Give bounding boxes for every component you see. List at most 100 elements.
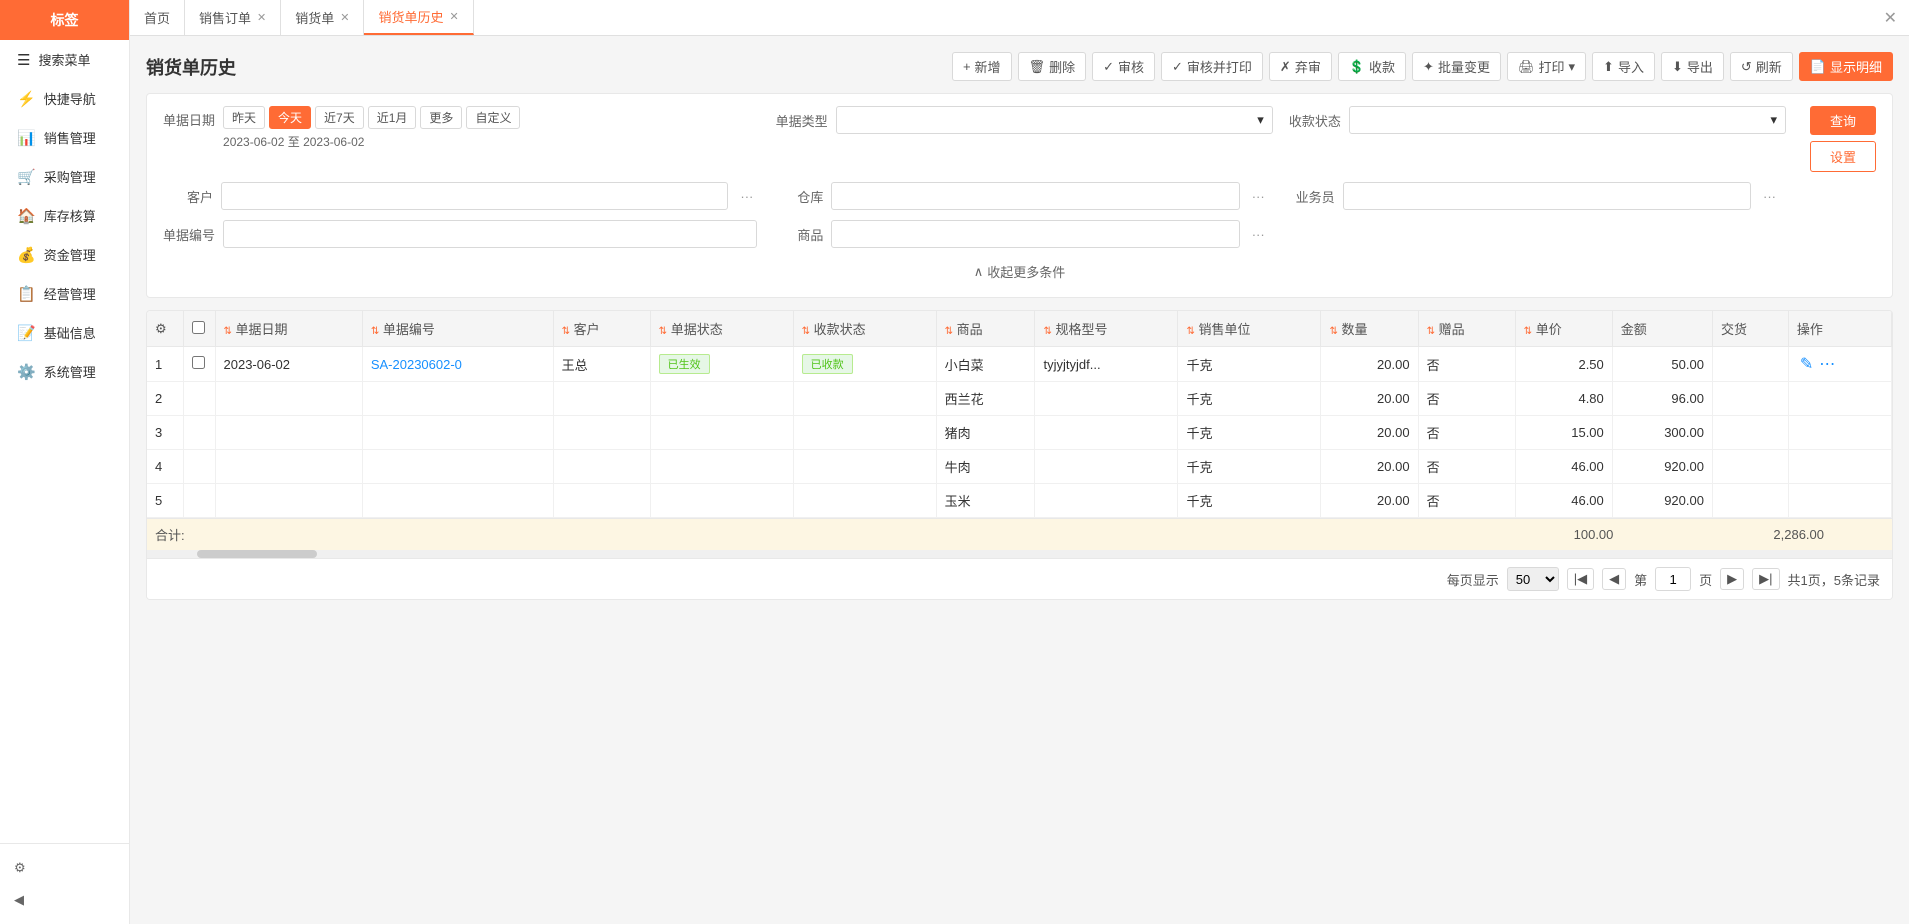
col-doc-status[interactable]: ⇅ 单据状态: [650, 311, 793, 347]
business-input[interactable]: [1343, 182, 1751, 210]
col-unit[interactable]: ⇅ 销售单位: [1178, 311, 1321, 347]
doc-no-input[interactable]: [223, 220, 757, 248]
quick-nav-icon: ⚡: [17, 90, 36, 108]
sidebar-item-ops-mgmt[interactable]: 📋 经营管理: [0, 274, 129, 313]
page-size-select[interactable]: 50 100 200: [1507, 567, 1559, 591]
table-row: 1 2023-06-02 SA-20230602-0 王总 已生效 已收款 小白…: [147, 347, 1892, 382]
sidebar-item-base-info[interactable]: 📝 基础信息: [0, 313, 129, 352]
cell-doc-no: [362, 382, 553, 416]
new-button[interactable]: + 新增: [952, 52, 1012, 81]
col-spec[interactable]: ⇅ 规格型号: [1035, 311, 1178, 347]
tab-sales-goods[interactable]: 销货单 ✕: [281, 0, 364, 35]
tab-sales-history-close[interactable]: ✕: [450, 10, 459, 23]
tab-sales-history[interactable]: 销货单历史 ✕: [364, 0, 473, 35]
sidebar-item-sales-mgmt[interactable]: 📊 销售管理: [0, 118, 129, 157]
date-btn-custom[interactable]: 自定义: [466, 106, 520, 129]
cell-doc-date: [215, 484, 362, 518]
col-trade: 交货: [1712, 311, 1788, 347]
goods-dots[interactable]: ···: [1248, 227, 1269, 242]
warehouse-input[interactable]: [831, 182, 1239, 210]
collect-button[interactable]: 💲 收款: [1338, 52, 1406, 81]
select-all-checkbox[interactable]: [192, 321, 205, 334]
tab-sales-order[interactable]: 销售订单 ✕: [185, 0, 281, 35]
tab-sales-goods-close[interactable]: ✕: [340, 11, 349, 24]
col-gift[interactable]: ⇅ 赠品: [1418, 311, 1515, 347]
col-doc-date[interactable]: ⇅ 单据日期: [215, 311, 362, 347]
horizontal-scrollbar[interactable]: [147, 550, 1892, 558]
tab-close-all[interactable]: ✕: [1872, 8, 1909, 28]
edit-action[interactable]: ✎: [1797, 356, 1816, 373]
col-goods[interactable]: ⇅ 商品: [936, 311, 1035, 347]
warehouse-dots[interactable]: ···: [1248, 189, 1269, 204]
sidebar-item-inventory[interactable]: 🏠 库存核算: [0, 196, 129, 235]
sidebar-item-finance-mgmt[interactable]: 💰 资金管理: [0, 235, 129, 274]
col-qty[interactable]: ⇅ 数量: [1321, 311, 1418, 347]
date-btn-today[interactable]: 今天: [269, 106, 311, 129]
abandon-icon: ✗: [1280, 59, 1291, 75]
page-last-btn[interactable]: ▶|: [1752, 568, 1779, 590]
date-btn-7days[interactable]: 近7天: [315, 106, 364, 129]
page-input[interactable]: [1655, 567, 1691, 591]
cell-spec: tyjyjtyjdf...: [1035, 347, 1178, 382]
delete-button[interactable]: 🗑 删除: [1018, 52, 1087, 81]
abandon-button[interactable]: ✗ 弃审: [1269, 52, 1332, 81]
business-dots[interactable]: ···: [1759, 189, 1780, 204]
batch-change-button[interactable]: ✦ 批量变更: [1412, 52, 1501, 81]
col-customer[interactable]: ⇅ 客户: [553, 311, 650, 347]
doc-type-select[interactable]: ▾: [836, 106, 1273, 134]
col-price[interactable]: ⇅ 单价: [1515, 311, 1612, 347]
show-detail-button[interactable]: 📄 显示明细: [1799, 52, 1893, 81]
sort-icon: ⇅: [562, 326, 570, 337]
cell-qty: 20.00: [1321, 382, 1418, 416]
customer-input[interactable]: [221, 182, 728, 210]
sidebar-item-search-menu[interactable]: ☰ 搜索菜单: [0, 40, 129, 79]
customer-dots[interactable]: ···: [736, 189, 757, 204]
goods-input[interactable]: [831, 220, 1239, 248]
cell-goods: 小白菜: [936, 347, 1035, 382]
import-button[interactable]: ⬆ 导入: [1592, 52, 1655, 81]
col-doc-no[interactable]: ⇅ 单据编号: [362, 311, 553, 347]
tab-home-label: 首页: [144, 8, 170, 27]
more-action[interactable]: ⋯: [1816, 356, 1838, 373]
review-print-label: 审核并打印: [1187, 57, 1252, 76]
page-label-after: 页: [1699, 570, 1712, 589]
review-print-button[interactable]: ✓ 审核并打印: [1161, 52, 1263, 81]
cell-customer: [553, 450, 650, 484]
row-checkbox[interactable]: [192, 356, 205, 369]
date-shortcuts: 昨天 今天 近7天 近1月 更多 自定义: [223, 106, 520, 129]
table-row: 5 玉米 千克 20.00 否 46.00 920.00: [147, 484, 1892, 518]
export-button[interactable]: ⬇ 导出: [1661, 52, 1724, 81]
sidebar-bottom: ⚙ ◀: [0, 843, 129, 924]
cell-customer: [553, 382, 650, 416]
col-settings[interactable]: ⚙: [147, 311, 183, 347]
cell-doc-no: [362, 416, 553, 450]
tab-sales-order-close[interactable]: ✕: [257, 11, 266, 24]
page-prev-btn[interactable]: ◀: [1602, 568, 1626, 590]
sidebar-bottom-settings[interactable]: ⚙: [0, 852, 129, 884]
date-btn-1month[interactable]: 近1月: [368, 106, 417, 129]
setting-button[interactable]: 设置: [1810, 141, 1876, 172]
table-row: 3 猪肉 千克 20.00 否 15.00 300.00: [147, 416, 1892, 450]
sidebar-item-quick-nav[interactable]: ⚡ 快捷导航: [0, 79, 129, 118]
page-next-btn[interactable]: ▶: [1720, 568, 1744, 590]
sidebar-item-sys-mgmt[interactable]: ⚙️ 系统管理: [0, 352, 129, 391]
sidebar-item-label: 库存核算: [44, 206, 96, 225]
date-btn-more[interactable]: 更多: [420, 106, 462, 129]
print-dropdown-icon: ▾: [1569, 59, 1576, 75]
scrollbar-thumb[interactable]: [197, 550, 317, 558]
refresh-button[interactable]: ↺ 刷新: [1730, 52, 1793, 81]
date-btn-yesterday[interactable]: 昨天: [223, 106, 265, 129]
query-button[interactable]: 查询: [1810, 106, 1876, 135]
collapse-button[interactable]: ∧ 收起更多条件: [974, 258, 1066, 285]
col-pay-status[interactable]: ⇅ 收款状态: [793, 311, 936, 347]
tab-home[interactable]: 首页: [130, 0, 185, 35]
total-label: 合计:: [155, 525, 185, 544]
doc-no-link[interactable]: SA-20230602-0: [371, 357, 462, 372]
sidebar-collapse[interactable]: ◀: [0, 884, 129, 916]
print-button[interactable]: 🖨 打印 ▾: [1507, 52, 1586, 81]
payment-status-select[interactable]: ▾: [1349, 106, 1786, 134]
cell-action: ✎⋯: [1788, 347, 1891, 382]
review-button[interactable]: ✓ 审核: [1092, 52, 1155, 81]
sidebar-item-purchase-mgmt[interactable]: 🛒 采购管理: [0, 157, 129, 196]
page-first-btn[interactable]: |◀: [1567, 568, 1594, 590]
